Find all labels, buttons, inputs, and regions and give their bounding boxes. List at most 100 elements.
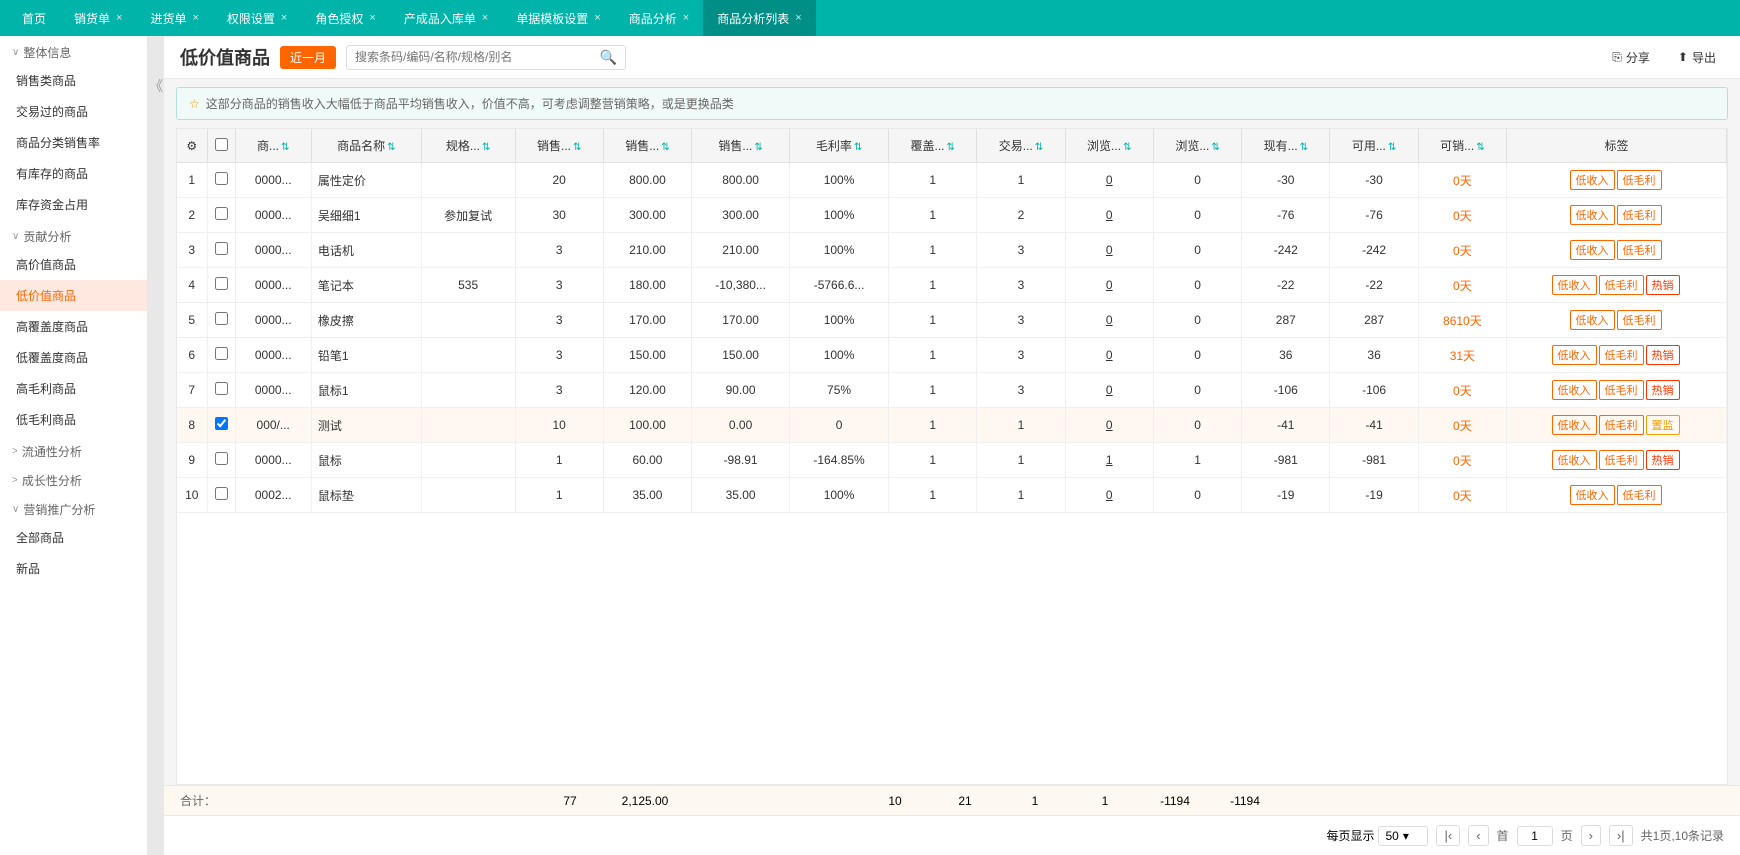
sidebar-group-title-flow[interactable]: > 流通性分析 [0,435,147,464]
next-page-btn[interactable]: › [1581,825,1601,846]
search-input[interactable] [355,50,600,64]
col-spec[interactable]: 规格...⇅ [421,129,515,163]
nav-item-permission[interactable]: 权限设置 × [213,0,301,36]
close-icon[interactable]: × [795,12,801,24]
col-name[interactable]: 商品名称⇅ [311,129,421,163]
nav-item-product-in[interactable]: 产成品入库单 × [390,0,502,36]
close-icon[interactable]: × [683,12,689,24]
browse-link[interactable]: 0 [1106,418,1113,432]
cell-col11[interactable]: 0 [1065,303,1153,338]
cell-col5: 3 [515,338,603,373]
cell-col12: 0 [1153,268,1241,303]
col-margin[interactable]: 毛利率⇅ [790,129,889,163]
col-settings[interactable]: ⚙ [177,129,207,163]
close-icon[interactable]: × [281,12,287,24]
sidebar-collapse-btn[interactable]: 《 [148,36,164,855]
sidebar-item-low-value[interactable]: 低价值商品 [0,280,147,311]
cell-col11[interactable]: 0 [1065,373,1153,408]
sidebar-item-high-value[interactable]: 高价值商品 [0,249,147,280]
cell-checkbox[interactable] [207,478,235,513]
col-sales3[interactable]: 销售...⇅ [692,129,790,163]
browse-link[interactable]: 0 [1106,208,1113,222]
table-container[interactable]: ⚙ 商...⇅ 商品名称⇅ 规格...⇅ 销售...⇅ 销售...⇅ 销售...… [176,128,1728,785]
sidebar-item-all-goods[interactable]: 全部商品 [0,522,147,553]
sidebar-item-low-coverage[interactable]: 低覆盖度商品 [0,342,147,373]
page-size-select-box[interactable]: 50 ▾ [1378,826,1428,846]
nav-item-analysis-list[interactable]: 商品分析列表 × [703,0,815,36]
nav-item-purchase[interactable]: 进货单 × [136,0,212,36]
sidebar-item-high-margin[interactable]: 高毛利商品 [0,373,147,404]
col-tags[interactable]: 标签 [1507,129,1727,163]
sidebar-item-sales-goods[interactable]: 销售类商品 [0,65,147,96]
close-icon[interactable]: × [594,12,600,24]
cell-checkbox[interactable] [207,303,235,338]
nav-item-home[interactable]: 首页 [8,0,60,36]
cell-col11[interactable]: 0 [1065,268,1153,303]
cell-col11[interactable]: 0 [1065,408,1153,443]
cell-days: 0天 [1418,478,1506,513]
col-sales1[interactable]: 销售...⇅ [515,129,603,163]
page-number-input[interactable] [1517,826,1553,846]
col-coverage[interactable]: 覆盖...⇅ [889,129,977,163]
close-icon[interactable]: × [482,12,488,24]
nav-item-analysis[interactable]: 商品分析 × [615,0,703,36]
cell-checkbox[interactable] [207,443,235,478]
col-browse1[interactable]: 浏览...⇅ [1065,129,1153,163]
first-page-btn[interactable]: |‹ [1436,825,1460,846]
browse-link[interactable]: 0 [1106,173,1113,187]
sidebar-item-new-goods[interactable]: 新品 [0,553,147,584]
sidebar-item-low-margin[interactable]: 低毛利商品 [0,404,147,435]
nav-item-template[interactable]: 单据模板设置 × [502,0,614,36]
browse-link[interactable]: 0 [1106,243,1113,257]
cell-col11[interactable]: 1 [1065,443,1153,478]
cell-checkbox[interactable] [207,373,235,408]
close-icon[interactable]: × [192,12,198,24]
filter-btn-month[interactable]: 近一月 [280,46,336,69]
sidebar-group-title-growth[interactable]: > 成长性分析 [0,464,147,493]
sidebar-group-title-contribution[interactable]: ∨ 贡献分析 [0,220,147,249]
export-button[interactable]: ⬆ 导出 [1670,45,1724,70]
sidebar-item-high-coverage[interactable]: 高覆盖度商品 [0,311,147,342]
cell-checkbox[interactable] [207,268,235,303]
cell-col11[interactable]: 0 [1065,338,1153,373]
cell-checkbox[interactable] [207,163,235,198]
browse-link[interactable]: 0 [1106,488,1113,502]
col-browse2[interactable]: 浏览...⇅ [1153,129,1241,163]
share-button[interactable]: ⎘ 分享 [1604,45,1658,70]
browse-link[interactable]: 0 [1106,313,1113,327]
browse-link[interactable]: 0 [1106,348,1113,362]
close-icon[interactable]: × [369,12,375,24]
nav-item-role[interactable]: 角色授权 × [301,0,389,36]
browse-link[interactable]: 0 [1106,383,1113,397]
col-available[interactable]: 可用...⇅ [1330,129,1418,163]
cell-col11[interactable]: 0 [1065,198,1153,233]
cell-col11[interactable]: 0 [1065,233,1153,268]
tag-badge: 低收入 [1552,450,1597,470]
cell-checkbox[interactable] [207,338,235,373]
col-current-stock[interactable]: 现有...⇅ [1242,129,1330,163]
prev-page-btn[interactable]: ‹ [1468,825,1488,846]
sidebar-item-stock-fund[interactable]: 库存资金占用 [0,189,147,220]
cell-checkbox[interactable] [207,198,235,233]
col-trade[interactable]: 交易...⇅ [977,129,1065,163]
close-icon[interactable]: × [116,12,122,24]
page-header: 低价值商品 近一月 🔍 ⎘ 分享 ⬆ 导出 [164,36,1740,79]
col-code[interactable]: 商...⇅ [235,129,311,163]
cell-col11[interactable]: 0 [1065,478,1153,513]
sidebar-group-title-marketing[interactable]: ∨ 营销推广分析 [0,493,147,522]
col-saleable[interactable]: 可销...⇅ [1418,129,1506,163]
col-checkbox[interactable] [207,129,235,163]
sidebar-item-traded-goods[interactable]: 交易过的商品 [0,96,147,127]
cell-col7: 0.00 [692,408,790,443]
cell-checkbox[interactable] [207,408,235,443]
cell-col11[interactable]: 0 [1065,163,1153,198]
last-page-btn[interactable]: ›| [1609,825,1633,846]
browse-link[interactable]: 1 [1106,453,1113,467]
sidebar-item-stock-goods[interactable]: 有库存的商品 [0,158,147,189]
browse-link[interactable]: 0 [1106,278,1113,292]
sidebar-item-category-sales[interactable]: 商品分类销售率 [0,127,147,158]
cell-checkbox[interactable] [207,233,235,268]
col-sales2[interactable]: 销售...⇅ [603,129,691,163]
nav-item-sales[interactable]: 销货单 × [60,0,136,36]
sidebar-group-title-overall[interactable]: ∨ 整体信息 [0,36,147,65]
